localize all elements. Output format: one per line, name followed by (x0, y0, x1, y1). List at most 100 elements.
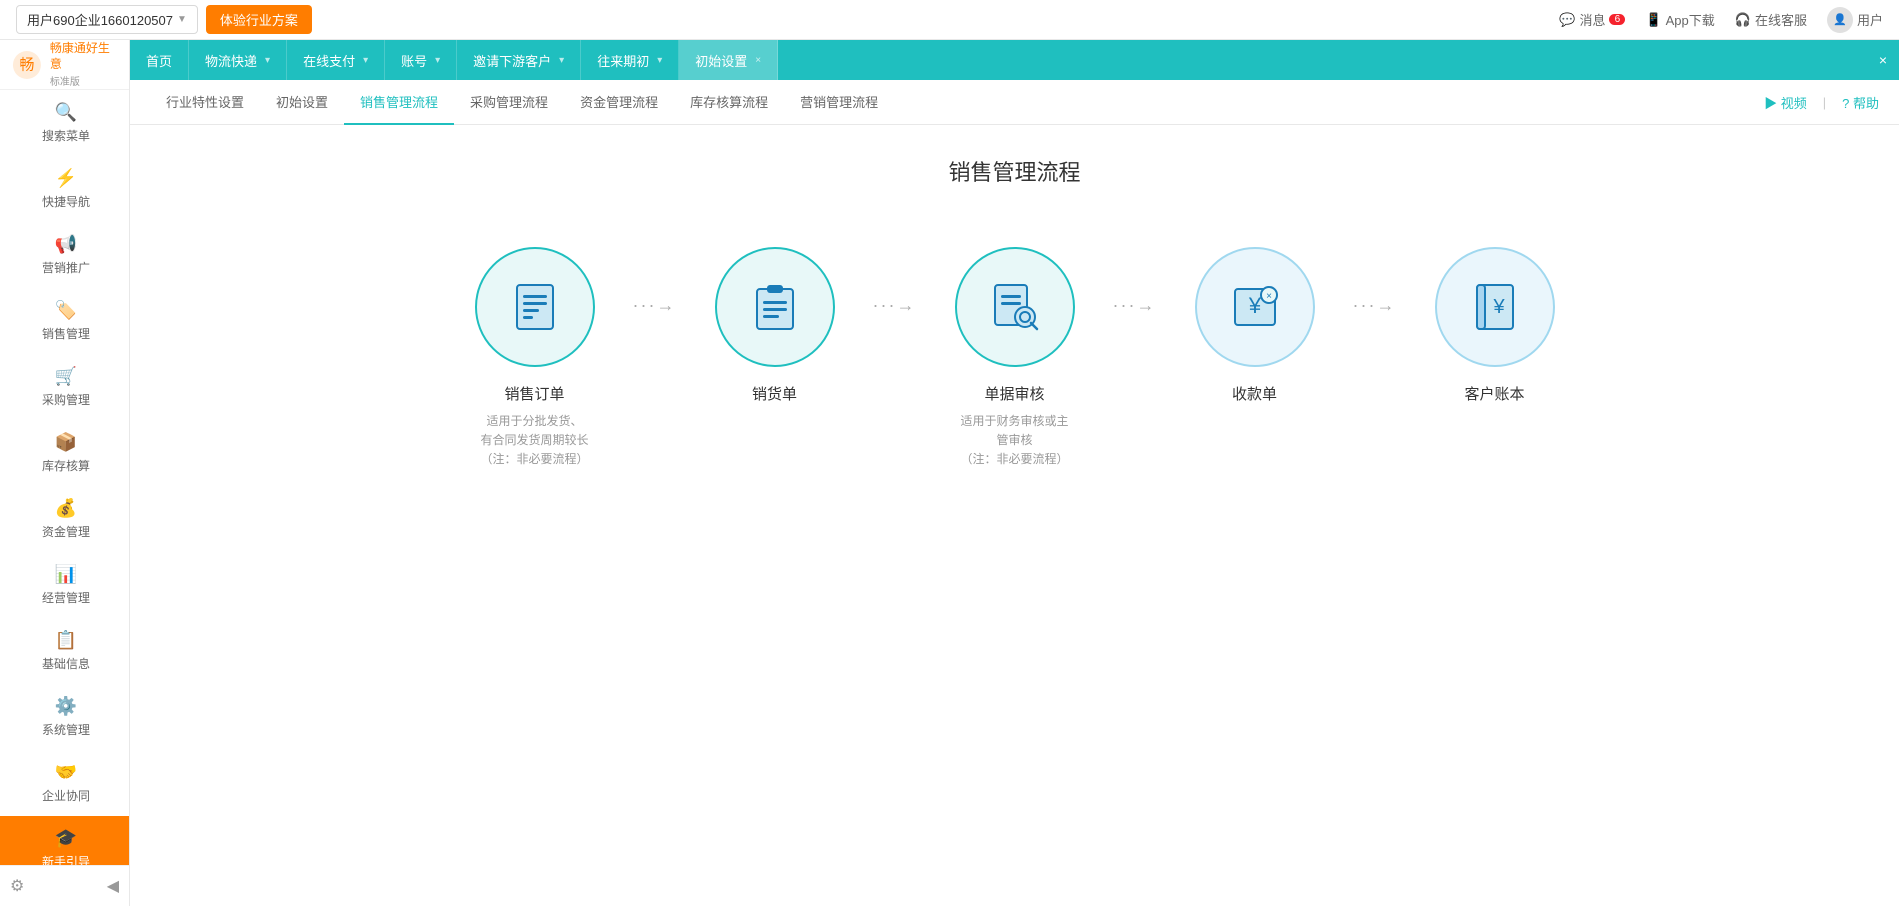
logo-icon: 畅 (12, 49, 42, 81)
flow-arrow-2: ···→ (865, 295, 925, 316)
flow-steps: 销售订单 适用于分批发货、有合同发货周期较长（注：非必要流程） ···→ 销货单… (445, 247, 1585, 470)
step-desc-audit: 适用于财务审核或主管审核（注：非必要流程） (960, 412, 1068, 470)
flow-arrow-1: ···→ (625, 295, 685, 316)
nav-tab-period[interactable]: 往来期初▾ (581, 40, 679, 80)
nav-menu: 🔍 搜索菜单 ⚡ 快捷导航 📢 营销推广 🏷️ 销售管理 🛒 采购管理 📦 库存… (0, 90, 129, 865)
step-name-audit: 单据审核 (984, 383, 1044, 404)
svg-text:¥: ¥ (1247, 293, 1261, 318)
nav-tab-label-logistics: 物流快递 (205, 51, 257, 70)
nav-label-operations: 经营管理 (42, 589, 90, 606)
flow-step-delivery[interactable]: 销货单 (685, 247, 865, 412)
message-action[interactable]: 💬 消息 6 (1559, 10, 1625, 29)
step-circle-audit (955, 247, 1075, 367)
sub-tab-sales_flow[interactable]: 销售管理流程 (344, 81, 454, 125)
sub-tabs-actions: ▶ 视频 | ? 帮助 (1764, 93, 1879, 112)
collapse-icon[interactable]: ◀ (107, 876, 119, 896)
flow-step-ledger[interactable]: ¥ 客户账本 (1405, 247, 1585, 412)
nav-label-system: 系统管理 (42, 721, 90, 738)
nav-icon-shortcut: ⚡ (55, 168, 77, 189)
help-action[interactable]: ? 帮助 (1842, 93, 1879, 112)
nav-label-guide: 新手引导 (42, 853, 90, 865)
nav-tab-account[interactable]: 账号▾ (385, 40, 457, 80)
top-bar: 用户690企业1660120507 ▼ 体验行业方案 💬 消息 6 📱 App下… (0, 0, 1899, 40)
step-circle-sales_order (475, 247, 595, 367)
nav-icon-system: ⚙️ (55, 696, 77, 717)
nav-label-inventory: 库存核算 (42, 457, 90, 474)
nav-label-sales: 销售管理 (42, 325, 90, 342)
nav-icon-finance: 💰 (55, 498, 77, 519)
nav-tab-init[interactable]: 初始设置 × (679, 40, 778, 80)
sidebar-item-sales[interactable]: 🏷️ 销售管理 (0, 288, 129, 354)
sidebar-item-system[interactable]: ⚙️ 系统管理 (0, 684, 129, 750)
nav-tab-label-home: 首页 (146, 51, 172, 70)
nav-label-purchase: 采购管理 (42, 391, 90, 408)
sub-tab-purchase_flow[interactable]: 采购管理流程 (454, 81, 564, 125)
video-action[interactable]: ▶ 视频 (1764, 93, 1807, 112)
nav-tab-arrow-account[interactable]: ▾ (435, 55, 440, 66)
nav-label-enterprise: 企业协同 (42, 787, 90, 804)
sidebar-item-finance[interactable]: 💰 资金管理 (0, 486, 129, 552)
nav-tab-home[interactable]: 首页 (130, 40, 189, 80)
nav-tab-arrow-payment[interactable]: ▾ (363, 55, 368, 66)
flow-arrow-3: ···→ (1105, 295, 1165, 316)
nav-tabs-close-button[interactable]: × (1867, 40, 1899, 80)
nav-icon-operations: 📊 (55, 564, 77, 585)
message-icon: 💬 (1559, 12, 1575, 28)
step-desc-sales_order: 适用于分批发货、有合同发货周期较长（注：非必要流程） (480, 412, 588, 470)
message-badge: 6 (1609, 14, 1625, 25)
svg-text:畅: 畅 (19, 56, 34, 73)
sidebar-item-basic[interactable]: 📋 基础信息 (0, 618, 129, 684)
sidebar-item-inventory[interactable]: 📦 库存核算 (0, 420, 129, 486)
sidebar-item-search[interactable]: 🔍 搜索菜单 (0, 90, 129, 156)
message-label: 消息 (1579, 10, 1605, 29)
flow-step-sales_order[interactable]: 销售订单 适用于分批发货、有合同发货周期较长（注：非必要流程） (445, 247, 625, 470)
nav-tab-invite[interactable]: 邀请下游客户▾ (457, 40, 581, 80)
nav-tab-arrow-init[interactable]: × (755, 55, 761, 66)
flow-step-audit[interactable]: 单据审核 适用于财务审核或主管审核（注：非必要流程） (925, 247, 1105, 470)
flow-step-receipt[interactable]: ¥ × 收款单 (1165, 247, 1345, 412)
dropdown-arrow-icon: ▼ (177, 14, 187, 25)
nav-label-search: 搜索菜单 (42, 127, 90, 144)
sidebar-item-guide[interactable]: 🎓 新手引导 (0, 816, 129, 865)
nav-tab-arrow-period[interactable]: ▾ (657, 55, 662, 66)
sidebar-item-enterprise[interactable]: 🤝 企业协同 (0, 750, 129, 816)
nav-tab-payment[interactable]: 在线支付▾ (287, 40, 385, 80)
app-download-action[interactable]: 📱 App下载 (1645, 10, 1714, 29)
service-action[interactable]: 🎧 在线客服 (1735, 10, 1807, 29)
sidebar-item-shortcut[interactable]: ⚡ 快捷导航 (0, 156, 129, 222)
user-selector-label: 用户690企业1660120507 (27, 10, 173, 29)
trial-button[interactable]: 体验行业方案 (206, 5, 312, 34)
svg-text:¥: ¥ (1492, 296, 1505, 318)
user-selector[interactable]: 用户690企业1660120507 ▼ (16, 5, 198, 34)
sub-tab-inventory_flow[interactable]: 库存核算流程 (674, 81, 784, 125)
sidebar-item-operations[interactable]: 📊 经营管理 (0, 552, 129, 618)
sidebar-item-purchase[interactable]: 🛒 采购管理 (0, 354, 129, 420)
help-icon: ? (1842, 96, 1849, 111)
nav-icon-inventory: 📦 (55, 432, 77, 453)
sub-tab-init_set[interactable]: 初始设置 (260, 81, 344, 125)
nav-tab-arrow-invite[interactable]: ▾ (559, 55, 564, 66)
settings-icon[interactable]: ⚙ (10, 876, 24, 896)
nav-icon-purchase: 🛒 (55, 366, 77, 387)
service-label: 在线客服 (1755, 10, 1807, 29)
nav-tab-label-init: 初始设置 (695, 51, 747, 70)
step-circle-delivery (715, 247, 835, 367)
nav-tab-logistics[interactable]: 物流快递 ▾ (189, 40, 287, 80)
sidebar-item-marketing[interactable]: 📢 营销推广 (0, 222, 129, 288)
nav-label-finance: 资金管理 (42, 523, 90, 540)
sub-tab-marketing_flow[interactable]: 营销管理流程 (784, 81, 894, 125)
step-name-delivery: 销货单 (752, 383, 797, 404)
sub-tab-industry[interactable]: 行业特性设置 (150, 81, 260, 125)
flow-content: 销售管理流程 销售订单 适用于分批发货、有合同发货周期较长（注：非必要流程） ·… (130, 125, 1899, 906)
logo-subtitle: 标准版 (50, 73, 117, 88)
page-area: 行业特性设置初始设置销售管理流程采购管理流程资金管理流程库存核算流程营销管理流程… (130, 80, 1899, 906)
nav-tab-arrow-logistics[interactable]: ▾ (265, 55, 270, 66)
nav-label-basic: 基础信息 (42, 655, 90, 672)
flow-arrow-4: ···→ (1345, 295, 1405, 316)
user-avatar-action[interactable]: 👤 用户 (1827, 7, 1883, 33)
step-circle-ledger: ¥ (1435, 247, 1555, 367)
sub-tab-finance_flow[interactable]: 资金管理流程 (564, 81, 674, 125)
sub-tabs-bar: 行业特性设置初始设置销售管理流程采购管理流程资金管理流程库存核算流程营销管理流程… (130, 80, 1899, 125)
nav-label-shortcut: 快捷导航 (42, 193, 90, 210)
svg-text:×: × (1266, 291, 1272, 302)
